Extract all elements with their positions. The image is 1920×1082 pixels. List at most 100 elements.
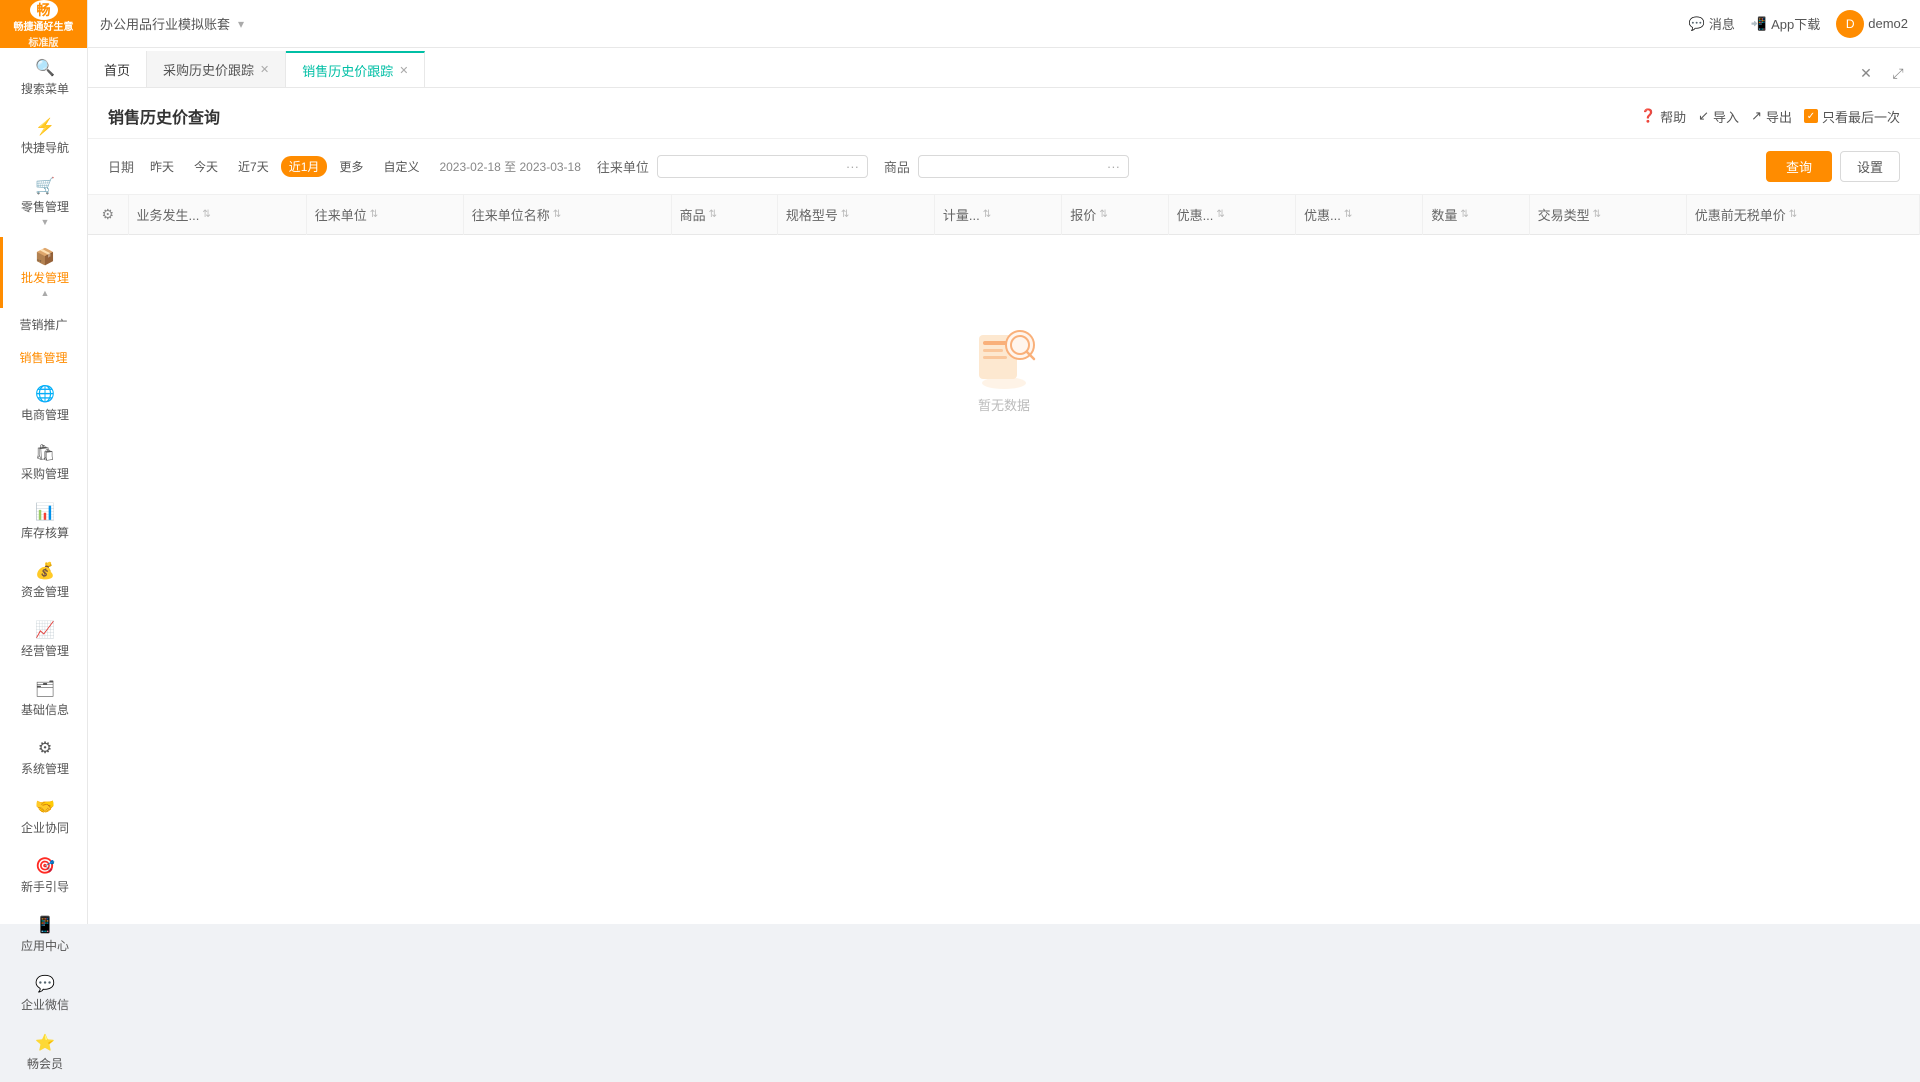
import-icon: ↙ bbox=[1698, 108, 1709, 124]
app-download-button[interactable]: 📲 App下载 bbox=[1751, 14, 1820, 33]
date-pill-1month[interactable]: 近1月 bbox=[281, 156, 328, 177]
sidebar-item-retail[interactable]: 🛒 零售管理 ▼ bbox=[0, 166, 87, 237]
settings-button[interactable]: 设置 bbox=[1840, 151, 1900, 182]
purchase-history-close-icon[interactable]: ✕ bbox=[260, 63, 269, 76]
sidebar-item-ecommerce[interactable]: 🌐 电商管理 bbox=[0, 374, 87, 433]
column-settings-icon[interactable]: ⚙ bbox=[101, 206, 114, 222]
empty-state: 暂无数据 bbox=[88, 235, 1920, 494]
sort-icon-quoted-price: ⇅ bbox=[1099, 209, 1107, 220]
sidebar-item-wholesale[interactable]: 📦 批发管理 ▲ bbox=[0, 237, 87, 308]
th-discount1[interactable]: 优惠... ⇅ bbox=[1168, 195, 1295, 235]
tab-home[interactable]: 首页 bbox=[88, 51, 147, 87]
sales-history-close-icon[interactable]: ✕ bbox=[399, 64, 408, 77]
sidebar-label-shortcuts: 快捷导航 bbox=[21, 139, 69, 156]
sidebar-item-wechat[interactable]: 💬 企业微信 bbox=[0, 964, 87, 1023]
top-bar: 办公用品行业模拟账套 ▾ 💬 消息 📲 App下载 D demo2 bbox=[88, 0, 1920, 48]
date-pill-today[interactable]: 今天 bbox=[186, 156, 226, 177]
page-content: 销售历史价查询 ❓ 帮助 ↙ 导入 ↗ 导出 ✓ 只看最后一次 bbox=[88, 88, 1920, 924]
logo-icon: 畅 bbox=[30, 0, 58, 20]
user-name: demo2 bbox=[1868, 16, 1908, 31]
import-button[interactable]: ↙ 导入 bbox=[1698, 107, 1739, 126]
system-icon: ⚙ bbox=[38, 738, 52, 758]
inventory-icon: 📊 bbox=[35, 502, 55, 522]
close-tab-button[interactable]: ✕ bbox=[1852, 59, 1880, 87]
sidebar-item-shortcuts[interactable]: ⚡ 快捷导航 bbox=[0, 107, 87, 166]
th-pretax-price[interactable]: 优惠前无税单价 ⇅ bbox=[1686, 195, 1919, 235]
col-sort-spec: 规格型号 ⇅ bbox=[786, 205, 849, 224]
partner-input[interactable] bbox=[666, 159, 842, 174]
th-unit[interactable]: 计量... ⇅ bbox=[934, 195, 1061, 235]
th-biz-date[interactable]: 业务发生... ⇅ bbox=[128, 195, 306, 235]
col-sort-discount1: 优惠... ⇅ bbox=[1177, 205, 1225, 224]
sidebar-item-inventory[interactable]: 📊 库存核算 bbox=[0, 492, 87, 551]
help-label: 帮助 bbox=[1660, 107, 1686, 126]
finance-icon: 💰 bbox=[35, 561, 55, 581]
sidebar-item-marketing[interactable]: 营销推广 bbox=[0, 308, 87, 341]
product-input-group[interactable]: ··· bbox=[918, 155, 1129, 178]
empty-text: 暂无数据 bbox=[978, 395, 1030, 414]
partner-input-group[interactable]: ··· bbox=[657, 155, 868, 178]
date-pills: 昨天 今天 近7天 近1月 更多 自定义 bbox=[142, 156, 427, 177]
sidebar-item-cooperation[interactable]: 🤝 企业协同 bbox=[0, 787, 87, 846]
product-input[interactable] bbox=[927, 159, 1103, 174]
th-trade-type[interactable]: 交易类型 ⇅ bbox=[1529, 195, 1686, 235]
export-button[interactable]: ↗ 导出 bbox=[1751, 107, 1792, 126]
user-menu[interactable]: D demo2 bbox=[1836, 10, 1908, 38]
help-button[interactable]: ❓ 帮助 bbox=[1640, 107, 1686, 126]
date-pill-7days[interactable]: 近7天 bbox=[230, 156, 277, 177]
th-quantity[interactable]: 数量 ⇅ bbox=[1423, 195, 1529, 235]
retail-icon: 🛒 bbox=[35, 176, 55, 196]
sidebar-item-operations[interactable]: 📈 经营管理 bbox=[0, 610, 87, 669]
sidebar-label-cooperation: 企业协同 bbox=[21, 819, 69, 836]
sidebar-item-search[interactable]: 🔍 搜索菜单 bbox=[0, 48, 87, 107]
table-header-row: ⚙ 业务发生... ⇅ 往来单位 ⇅ bbox=[88, 195, 1920, 235]
sidebar-item-sales[interactable]: 销售管理 bbox=[0, 341, 87, 374]
query-button[interactable]: 查询 bbox=[1766, 151, 1832, 182]
sidebar-item-basics[interactable]: 🗂 基础信息 bbox=[0, 669, 87, 728]
sidebar-item-finance[interactable]: 💰 资金管理 bbox=[0, 551, 87, 610]
sidebar-item-guide[interactable]: 🎯 新手引导 bbox=[0, 846, 87, 905]
sidebar-item-appstore[interactable]: 📱 应用中心 bbox=[0, 905, 87, 964]
tab-sales-history[interactable]: 销售历史价跟踪 ✕ bbox=[286, 51, 425, 87]
only-last-checkbox[interactable]: ✓ 只看最后一次 bbox=[1804, 107, 1900, 126]
import-label: 导入 bbox=[1713, 107, 1739, 126]
page-header: 销售历史价查询 ❓ 帮助 ↙ 导入 ↗ 导出 ✓ 只看最后一次 bbox=[88, 88, 1920, 139]
help-icon: ❓ bbox=[1640, 108, 1656, 124]
checkbox-checked-icon: ✓ bbox=[1804, 109, 1818, 123]
date-pill-custom[interactable]: 自定义 bbox=[375, 156, 427, 177]
maximize-button[interactable]: ⤢ bbox=[1884, 59, 1912, 87]
basics-icon: 🗂 bbox=[35, 679, 55, 699]
sort-icon-biz-date: ⇅ bbox=[202, 209, 210, 220]
product-dots-icon[interactable]: ··· bbox=[1107, 159, 1120, 174]
sidebar-item-system[interactable]: ⚙ 系统管理 bbox=[0, 728, 87, 787]
tab-purchase-history[interactable]: 采购历史价跟踪 ✕ bbox=[147, 51, 286, 87]
th-spec[interactable]: 规格型号 ⇅ bbox=[777, 195, 934, 235]
filter-buttons: 查询 设置 bbox=[1766, 151, 1900, 182]
sort-icon-partner-code: ⇅ bbox=[370, 209, 378, 220]
th-discount2[interactable]: 优惠... ⇅ bbox=[1295, 195, 1422, 235]
partner-dots-icon[interactable]: ··· bbox=[846, 159, 859, 174]
date-pill-yesterday[interactable]: 昨天 bbox=[142, 156, 182, 177]
sales-history-tab-label: 销售历史价跟踪 bbox=[302, 61, 393, 80]
message-button[interactable]: 💬 消息 bbox=[1689, 14, 1735, 33]
sort-icon-trade-type: ⇅ bbox=[1593, 209, 1601, 220]
sidebar-label-marketing: 营销推广 bbox=[19, 318, 67, 332]
date-pill-more[interactable]: 更多 bbox=[331, 156, 371, 177]
col-sort-unit: 计量... ⇅ bbox=[943, 205, 991, 224]
topbar-actions: 💬 消息 📲 App下载 D demo2 bbox=[1689, 10, 1908, 38]
th-product[interactable]: 商品 ⇅ bbox=[671, 195, 777, 235]
product-filter-label: 商品 bbox=[884, 157, 910, 176]
col-sort-quantity: 数量 ⇅ bbox=[1431, 205, 1468, 224]
th-partner-code[interactable]: 往来单位 ⇅ bbox=[306, 195, 463, 235]
purchase-history-tab-label: 采购历史价跟踪 bbox=[163, 60, 254, 79]
sidebar-label-wholesale: 批发管理 bbox=[21, 269, 69, 286]
th-quoted-price[interactable]: 报价 ⇅ bbox=[1062, 195, 1168, 235]
guide-icon: 🎯 bbox=[35, 856, 55, 876]
sidebar-label-operations: 经营管理 bbox=[21, 642, 69, 659]
sidebar-label-wechat: 企业微信 bbox=[21, 996, 69, 1013]
th-partner-name[interactable]: 往来单位名称 ⇅ bbox=[463, 195, 671, 235]
sidebar-item-purchase[interactable]: 🛍 采购管理 bbox=[0, 433, 87, 492]
download-icon: 📲 bbox=[1751, 16, 1767, 32]
sidebar-item-vip[interactable]: ⭐ 畅会员 bbox=[0, 1023, 87, 1082]
app-logo: 畅 畅捷通好生意 标准版 bbox=[0, 0, 87, 48]
